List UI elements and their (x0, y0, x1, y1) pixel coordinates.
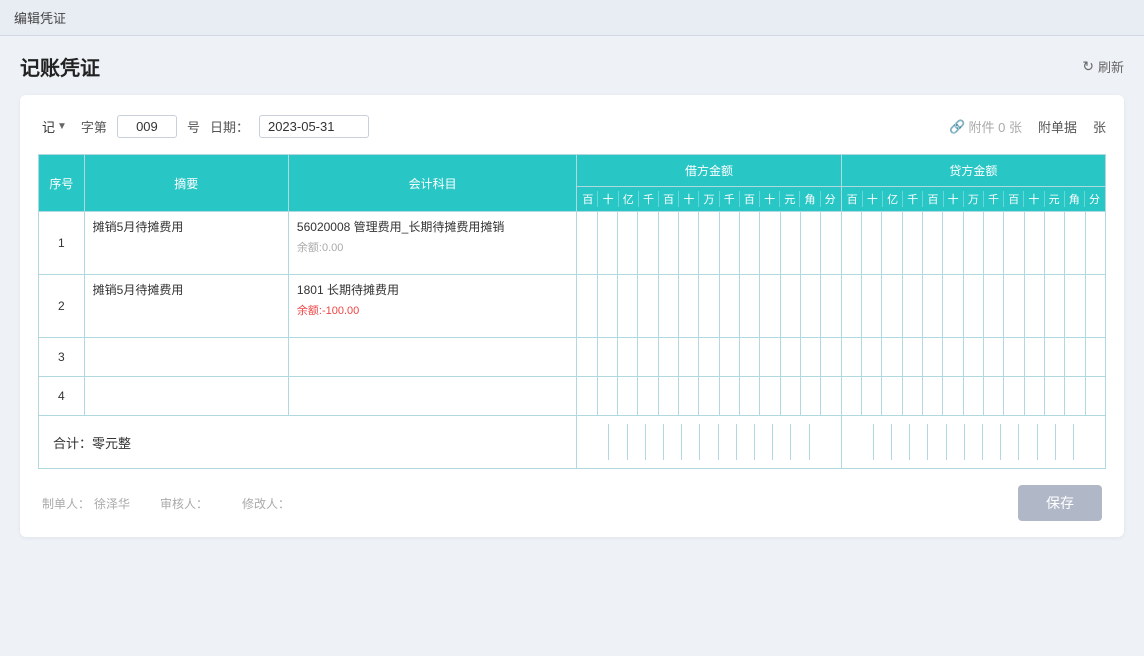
refresh-icon: ↻ (1082, 58, 1094, 75)
row-4-seq: 4 (39, 377, 85, 416)
zhang-label: 张 (1093, 117, 1106, 136)
title-bar-label: 编辑凭证 (14, 11, 66, 26)
table-row: 4 (39, 377, 1106, 416)
col-account-header: 会计科目 (288, 155, 576, 212)
row-1-seq: 1 (39, 212, 85, 275)
attachment-label: 附件 0 张 (969, 117, 1022, 136)
row-4-account[interactable] (288, 377, 576, 416)
row-2-summary[interactable]: 摊销5月待摊费用 (84, 275, 288, 338)
editor-label: 修改人： (242, 495, 290, 512)
save-button[interactable]: 保存 (1018, 485, 1102, 521)
total-debit-cell (577, 416, 841, 469)
col-debit-header: 借方金额 (577, 155, 841, 187)
maker-field: 制单人： 徐泽华 (42, 495, 130, 512)
type-select[interactable]: 记 ▼ (38, 115, 71, 138)
col-seq-header: 序号 (39, 155, 85, 212)
row-4-debit[interactable] (577, 377, 841, 416)
date-input[interactable] (259, 115, 369, 138)
table-row: 1摊销5月待摊费用56020008 管理费用_长期待摊费用摊销余额:0.00 (39, 212, 1106, 275)
row-2-account[interactable]: 1801 长期待摊费用余额:-100.00 (288, 275, 576, 338)
number-suffix: 号 (187, 117, 200, 136)
reviewer-field: 审核人： (160, 495, 212, 512)
page-header: 记账凭证 ↻ 刷新 (20, 52, 1124, 81)
total-label: 合计： (53, 436, 92, 451)
row-1-debit[interactable] (577, 212, 841, 275)
date-label: 日期： (210, 117, 249, 136)
row-1-account[interactable]: 56020008 管理费用_长期待摊费用摊销余额:0.00 (288, 212, 576, 275)
attach-single-button[interactable]: 附单据 (1038, 117, 1077, 136)
row-3-credit[interactable] (841, 338, 1105, 377)
row-3-debit[interactable] (577, 338, 841, 377)
attachment-icon: 🔗 (949, 119, 965, 135)
row-2-credit[interactable] (841, 275, 1105, 338)
page-title: 记账凭证 (20, 52, 100, 81)
footer-row: 制单人： 徐泽华 审核人： 修改人： 保存 (38, 485, 1106, 521)
col-credit-header: 贷方金额 (841, 155, 1105, 187)
total-value: 零元整 (92, 436, 131, 451)
voucher-table-wrapper: 序号 摘要 会计科目 借方金额 贷方金额 百 十 亿 千 (38, 154, 1106, 469)
voucher-card: 记 ▼ 字第 号 日期： 🔗 附件 0 张 附单据 张 序 (20, 95, 1124, 537)
type-label: 记 (42, 117, 55, 136)
row-1-credit[interactable] (841, 212, 1105, 275)
credit-digits-header: 百 十 亿 千 百 十 万 千 百 十 元 角 (841, 187, 1105, 212)
total-credit-cell (841, 416, 1105, 469)
total-row: 合计：零元整 (39, 416, 1106, 469)
maker-name: 徐泽华 (94, 495, 130, 512)
table-row: 3 (39, 338, 1106, 377)
row-1-summary[interactable]: 摊销5月待摊费用 (84, 212, 288, 275)
page-container: 记账凭证 ↻ 刷新 记 ▼ 字第 号 日期： 🔗 附件 0 张 附单据 张 (0, 36, 1144, 656)
refresh-label: 刷新 (1098, 57, 1124, 76)
table-row: 2摊销5月待摊费用1801 长期待摊费用余额:-100.00 (39, 275, 1106, 338)
row-3-summary[interactable] (84, 338, 288, 377)
row-2-seq: 2 (39, 275, 85, 338)
form-row: 记 ▼ 字第 号 日期： 🔗 附件 0 张 附单据 张 (38, 115, 1106, 138)
debit-digits-header: 百 十 亿 千 百 十 万 千 百 十 元 角 (577, 187, 841, 212)
row-3-account[interactable] (288, 338, 576, 377)
chevron-down-icon: ▼ (57, 121, 67, 132)
attachment-link[interactable]: 🔗 附件 0 张 (949, 117, 1022, 136)
maker-label: 制单人： (42, 495, 90, 512)
row-3-seq: 3 (39, 338, 85, 377)
row-2-debit[interactable] (577, 275, 841, 338)
voucher-table: 序号 摘要 会计科目 借方金额 贷方金额 百 十 亿 千 (38, 154, 1106, 469)
refresh-button[interactable]: ↻ 刷新 (1082, 57, 1124, 76)
field-label: 字第 (81, 117, 107, 136)
table-header-row-1: 序号 摘要 会计科目 借方金额 贷方金额 (39, 155, 1106, 187)
attachment-area: 🔗 附件 0 张 附单据 张 (949, 117, 1106, 136)
col-summary-header: 摘要 (84, 155, 288, 212)
total-cell: 合计：零元整 (39, 416, 577, 469)
title-bar: 编辑凭证 (0, 0, 1144, 36)
reviewer-label: 审核人： (160, 495, 208, 512)
footer-info: 制单人： 徐泽华 审核人： 修改人： (42, 495, 294, 512)
row-4-credit[interactable] (841, 377, 1105, 416)
voucher-number-input[interactable] (117, 115, 177, 138)
editor-field: 修改人： (242, 495, 294, 512)
row-4-summary[interactable] (84, 377, 288, 416)
